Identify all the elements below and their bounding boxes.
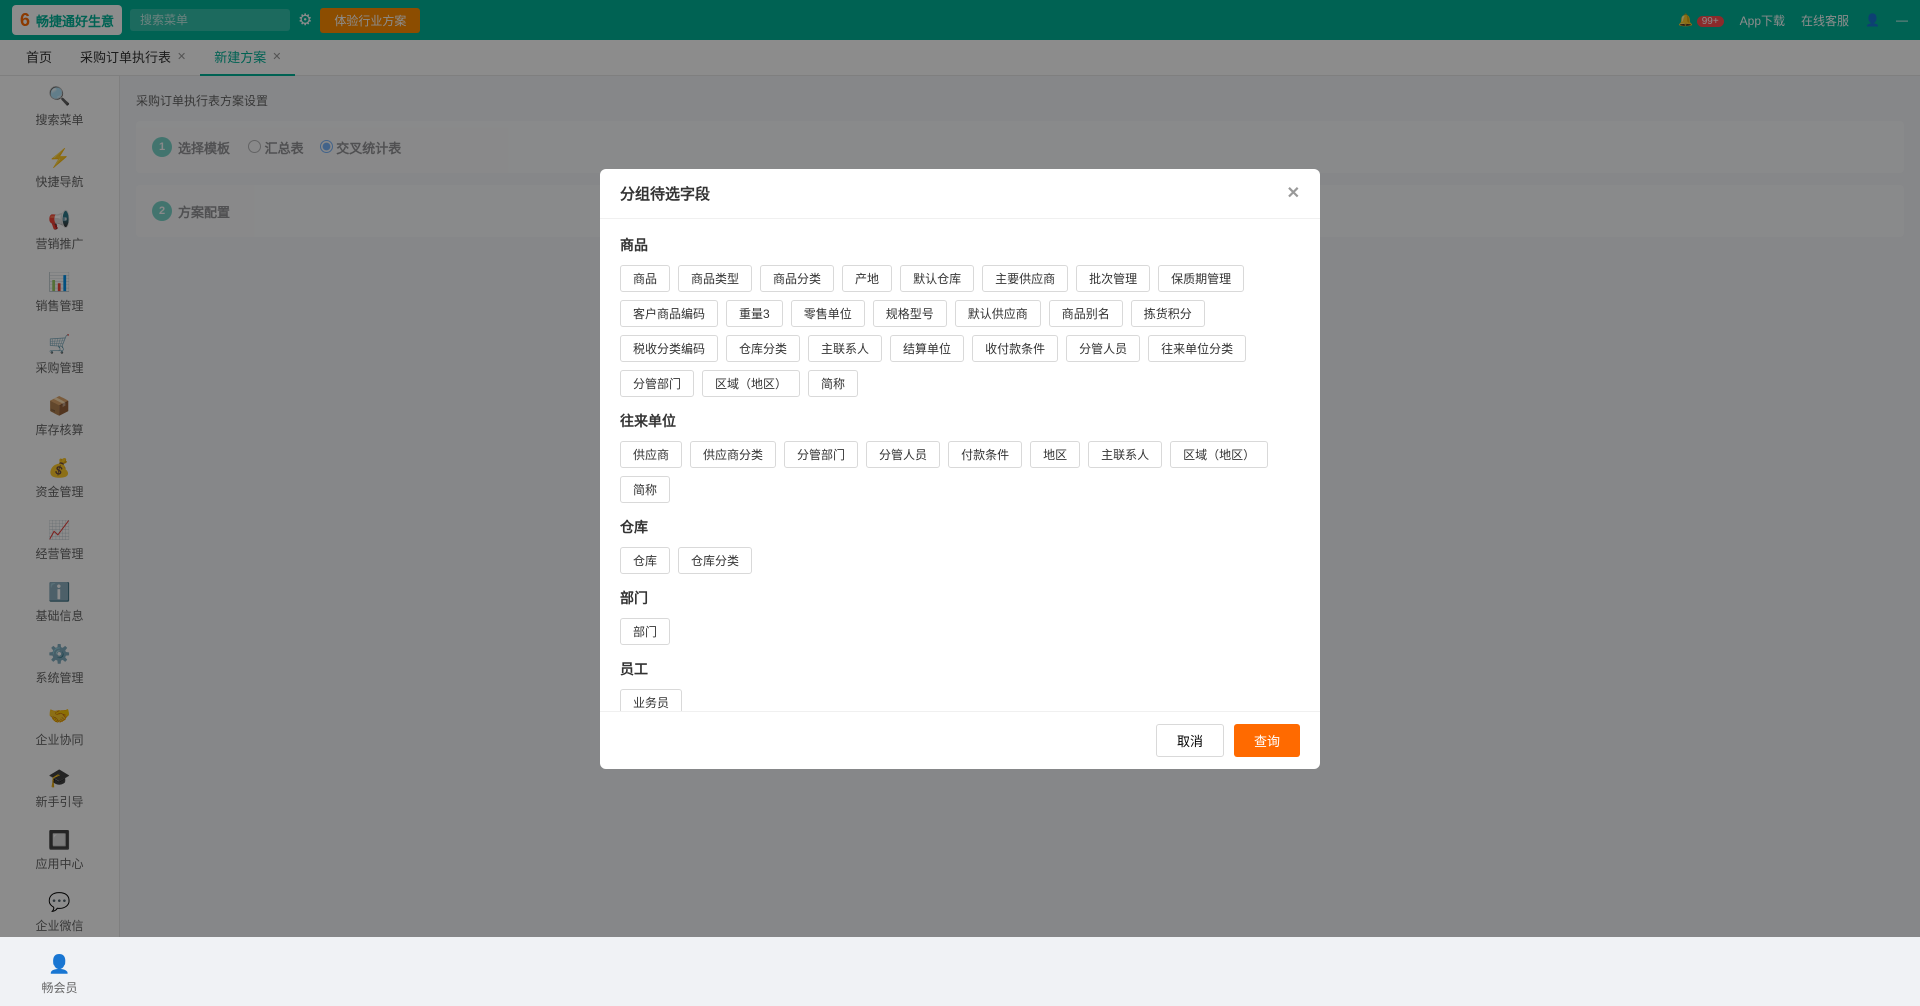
tag-tax-code[interactable]: 税收分类编码 <box>620 335 718 362</box>
tag-region2[interactable]: 地区 <box>1030 441 1080 468</box>
member-icon: 👤 <box>48 954 70 975</box>
modal-cancel-btn[interactable]: 取消 <box>1156 724 1224 757</box>
modal-title: 分组待选字段 <box>620 183 710 204</box>
section-title-warehouse: 仓库 <box>620 517 1300 537</box>
tag-main-contact2[interactable]: 主联系人 <box>1088 441 1162 468</box>
tag-dept[interactable]: 分管部门 <box>620 370 694 397</box>
tag-supplier-category[interactable]: 供应商分类 <box>690 441 776 468</box>
tag-retail-unit[interactable]: 零售单位 <box>791 300 865 327</box>
tag-default-warehouse[interactable]: 默认仓库 <box>900 265 974 292</box>
tag-region1[interactable]: 区域（地区） <box>702 370 800 397</box>
tag-supervisor[interactable]: 分管人员 <box>1066 335 1140 362</box>
tag-main-supplier[interactable]: 主要供应商 <box>982 265 1068 292</box>
modal-confirm-btn[interactable]: 查询 <box>1234 724 1300 757</box>
tag-warehouse-cat[interactable]: 仓库分类 <box>678 547 752 574</box>
field-select-modal: 分组待选字段 ✕ 商品 商品 商品类型 商品分类 产地 默认仓库 主要供应商 批… <box>600 169 1320 769</box>
tag-spec-model[interactable]: 规格型号 <box>873 300 947 327</box>
tag-abbr1[interactable]: 简称 <box>808 370 858 397</box>
employee-tag-grid: 业务员 <box>620 689 1300 711</box>
tag-default-supplier[interactable]: 默认供应商 <box>955 300 1041 327</box>
tag-settlement-unit[interactable]: 结算单位 <box>890 335 964 362</box>
modal-header: 分组待选字段 ✕ <box>600 169 1320 219</box>
tag-supplier[interactable]: 供应商 <box>620 441 682 468</box>
partner-tag-grid: 供应商 供应商分类 分管部门 分管人员 付款条件 地区 主联系人 区域（地区） … <box>620 441 1300 503</box>
tag-customer-code[interactable]: 客户商品编码 <box>620 300 718 327</box>
section-title-employee: 员工 <box>620 659 1300 679</box>
tag-origin[interactable]: 产地 <box>842 265 892 292</box>
modal-close-btn[interactable]: ✕ <box>1287 183 1300 203</box>
tag-payment-cond[interactable]: 付款条件 <box>948 441 1022 468</box>
tag-abbr2[interactable]: 简称 <box>620 476 670 503</box>
tag-salesperson[interactable]: 业务员 <box>620 689 682 711</box>
tag-dept2[interactable]: 分管部门 <box>784 441 858 468</box>
tag-main-contact[interactable]: 主联系人 <box>808 335 882 362</box>
tag-weight3[interactable]: 重量3 <box>726 300 783 327</box>
tag-warehouse[interactable]: 仓库 <box>620 547 670 574</box>
tag-partner-category[interactable]: 往来单位分类 <box>1148 335 1246 362</box>
tag-expiry-management[interactable]: 保质期管理 <box>1158 265 1244 292</box>
tag-goods-category[interactable]: 商品分类 <box>760 265 834 292</box>
section-title-dept: 部门 <box>620 588 1300 608</box>
tag-warehouse-category[interactable]: 仓库分类 <box>726 335 800 362</box>
modal-overlay: 分组待选字段 ✕ 商品 商品 商品类型 商品分类 产地 默认仓库 主要供应商 批… <box>0 0 1920 937</box>
modal-footer: 取消 查询 <box>600 711 1320 769</box>
warehouse-tag-grid: 仓库 仓库分类 <box>620 547 1300 574</box>
dept-tag-grid: 部门 <box>620 618 1300 645</box>
tag-department[interactable]: 部门 <box>620 618 670 645</box>
tag-batch-management[interactable]: 批次管理 <box>1076 265 1150 292</box>
tag-goods-type[interactable]: 商品类型 <box>678 265 752 292</box>
tag-supervisor2[interactable]: 分管人员 <box>866 441 940 468</box>
modal-body: 商品 商品 商品类型 商品分类 产地 默认仓库 主要供应商 批次管理 保质期管理… <box>600 219 1320 711</box>
tag-payment-terms[interactable]: 收付款条件 <box>972 335 1058 362</box>
tag-goods[interactable]: 商品 <box>620 265 670 292</box>
tag-goods-alias[interactable]: 商品别名 <box>1049 300 1123 327</box>
section-title-goods: 商品 <box>620 235 1300 255</box>
tag-pick-points[interactable]: 拣货积分 <box>1131 300 1205 327</box>
tag-area2[interactable]: 区域（地区） <box>1170 441 1268 468</box>
goods-tag-grid: 商品 商品类型 商品分类 产地 默认仓库 主要供应商 批次管理 保质期管理 客户… <box>620 265 1300 397</box>
section-title-partner: 往来单位 <box>620 411 1300 431</box>
sidebar-item-member[interactable]: 👤 畅会员 <box>0 944 119 1006</box>
